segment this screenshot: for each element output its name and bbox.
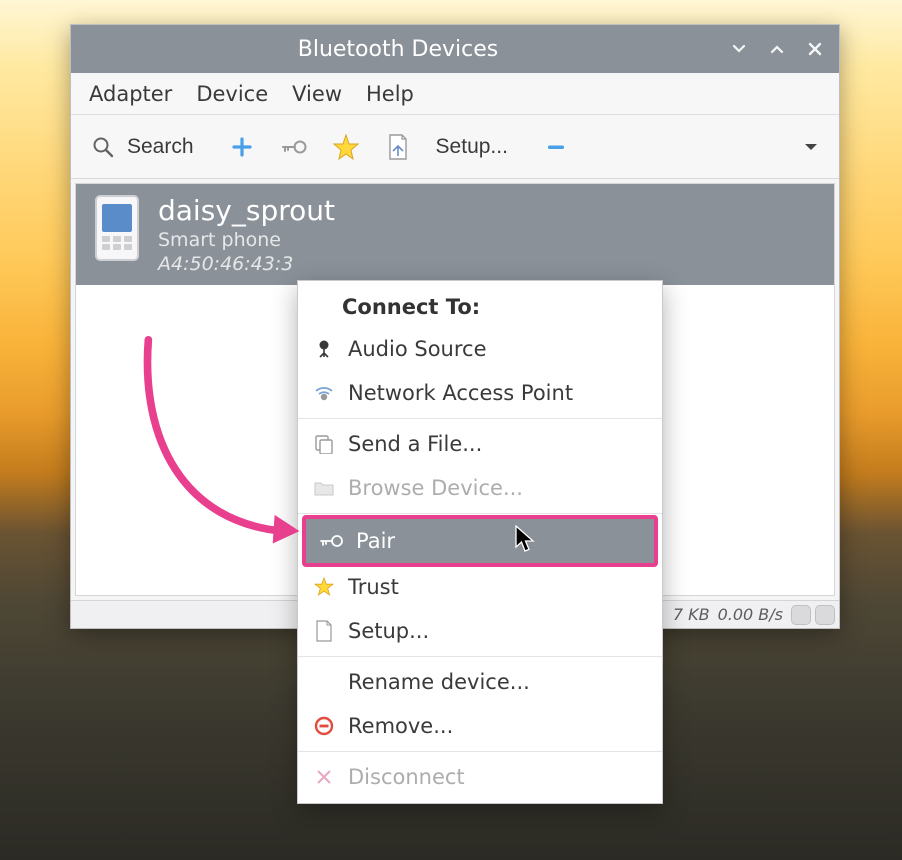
ctx-audio-source[interactable]: Audio Source [298,327,662,371]
device-row[interactable]: daisy_sprout Smart phone A4:50:46:43:3 [76,184,834,285]
ctx-separator [298,751,662,752]
status-size: 7 KB [673,605,710,624]
ctx-separator [298,418,662,419]
remove-toolbar-button[interactable] [532,121,580,173]
ctx-network-ap-label: Network Access Point [348,381,573,405]
device-mac: A4:50:46:43:3 [158,253,335,275]
toolbar-overflow-button[interactable] [803,139,833,155]
ctx-pair-label: Pair [356,529,395,553]
menubar: Adapter Device View Help [71,73,839,115]
pair-toolbar-button[interactable] [270,121,318,173]
device-info: daisy_sprout Smart phone A4:50:46:43:3 [158,194,335,275]
menu-view[interactable]: View [280,76,354,112]
key-icon [280,133,308,161]
device-type: Smart phone [158,229,335,251]
ctx-disconnect: Disconnect [298,755,662,799]
ctx-audio-source-label: Audio Source [348,337,487,361]
close-icon[interactable] [801,35,829,63]
maximize-icon[interactable] [763,35,791,63]
key-icon [320,529,344,553]
device-name: daisy_sprout [158,194,335,227]
ctx-separator [298,513,662,514]
setup-button[interactable]: Setup... [426,121,518,173]
toolbar: Search Setup... [71,115,839,179]
search-label: Search [127,135,194,159]
menu-device[interactable]: Device [184,76,280,112]
tray-icon-2[interactable] [815,605,835,625]
ctx-send-file-label: Send a File... [348,432,482,456]
ctx-setup[interactable]: Setup... [298,609,662,653]
disconnect-icon [312,765,336,789]
add-device-button[interactable] [218,121,266,173]
setup-label: Setup... [436,135,508,159]
ctx-trust[interactable]: Trust [298,565,662,609]
minimize-icon[interactable] [725,35,753,63]
tray-icon-1[interactable] [791,605,811,625]
folder-icon [312,476,336,500]
plus-icon [228,133,256,161]
ctx-rename[interactable]: Rename device... [298,660,662,704]
ctx-disconnect-label: Disconnect [348,765,465,789]
search-button[interactable]: Search [79,121,204,173]
document-send-icon [384,133,412,161]
titlebar[interactable]: Bluetooth Devices [71,25,839,73]
menu-help[interactable]: Help [354,76,426,112]
network-icon [312,381,336,405]
send-file-toolbar-button[interactable] [374,121,422,173]
remove-icon [312,714,336,738]
search-icon [89,133,117,161]
send-file-icon [312,432,336,456]
ctx-browse-device-label: Browse Device... [348,476,523,500]
ctx-header: Connect To: [298,285,662,327]
ctx-setup-label: Setup... [348,619,429,643]
ctx-separator [298,656,662,657]
trust-toolbar-button[interactable] [322,121,370,173]
menu-adapter[interactable]: Adapter [77,76,184,112]
ctx-trust-label: Trust [348,575,399,599]
star-icon [332,133,360,161]
ctx-send-file[interactable]: Send a File... [298,422,662,466]
ctx-rename-label: Rename device... [348,670,530,694]
blank-icon [312,670,336,694]
minus-icon [542,133,570,161]
audio-icon [312,337,336,361]
device-context-menu: Connect To: Audio Source Network Access … [297,280,663,804]
phone-icon [90,194,144,264]
ctx-network-ap[interactable]: Network Access Point [298,371,662,415]
ctx-remove-label: Remove... [348,714,453,738]
ctx-remove[interactable]: Remove... [298,704,662,748]
window-title: Bluetooth Devices [81,37,715,62]
star-icon [312,575,336,599]
ctx-pair[interactable]: Pair [302,515,658,567]
document-icon [312,619,336,643]
ctx-browse-device: Browse Device... [298,466,662,510]
status-speed: 0.00 B/s [718,605,783,624]
